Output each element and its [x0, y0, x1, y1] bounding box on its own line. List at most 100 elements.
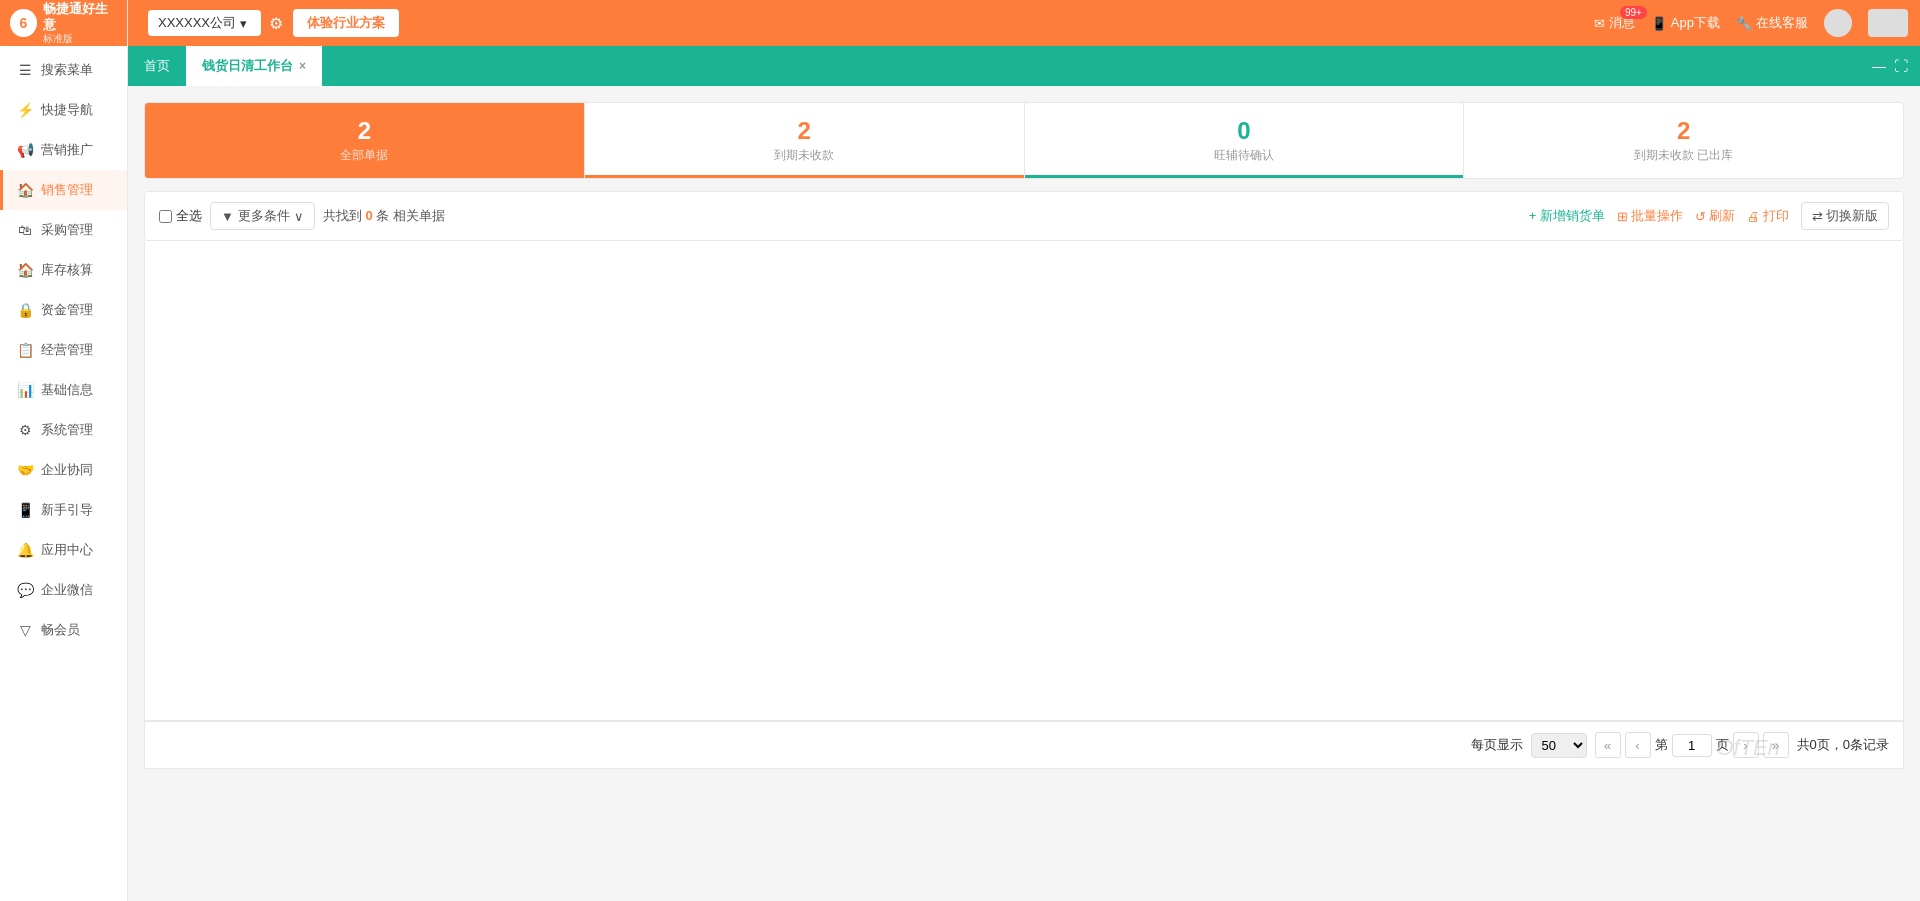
service-icon: 🔧 — [1736, 16, 1752, 31]
basic-info-icon: 📊 — [15, 380, 35, 400]
stat-card-overdue-unpaid[interactable]: 2 到期未收款 — [585, 103, 1025, 178]
page-input[interactable] — [1672, 734, 1712, 757]
inventory-label: 库存核算 — [41, 261, 93, 279]
sidebar-item-finance[interactable]: 🔒 资金管理 — [0, 290, 127, 330]
select-all-checkbox[interactable] — [159, 210, 172, 223]
wechat-label: 企业微信 — [41, 581, 93, 599]
select-all-label: 全选 — [176, 207, 202, 225]
switch-version-btn[interactable]: ⇄ 切换新版 — [1801, 202, 1889, 230]
user-info-btn[interactable] — [1868, 9, 1908, 37]
sidebar-item-app-center[interactable]: 🔔 应用中心 — [0, 530, 127, 570]
toolbar: 全选 ▼ 更多条件 ∨ 共找到 0 条 相关单据 + 新增销货单 ⊞ 批量操作 … — [144, 191, 1904, 241]
stat-num-overdue-not-shipped: 2 — [1484, 117, 1883, 145]
next-page-btn[interactable]: › — [1733, 732, 1759, 758]
work-order-tab-label: 钱货日清工作台 — [202, 57, 293, 75]
newbie-label: 新手引导 — [41, 501, 93, 519]
stat-num-all: 2 — [165, 117, 564, 145]
quick-nav-icon: ⚡ — [15, 100, 35, 120]
system-icon: ⚙ — [15, 420, 35, 440]
main-content: 2 全部单据 2 到期未收款 0 旺辅待确认 2 到期未收款 已出库 全选 ▼ — [128, 86, 1920, 901]
first-page-btn[interactable]: « — [1595, 732, 1621, 758]
stat-card-overdue-not-shipped[interactable]: 2 到期未收款 已出库 — [1464, 103, 1903, 178]
nav-tabs-bar: 首页 钱货日清工作台 × — ⛶ — [128, 46, 1920, 86]
online-service-btn[interactable]: 🔧 在线客服 — [1736, 14, 1808, 32]
sidebar-item-purchase[interactable]: 🛍 采购管理 — [0, 210, 127, 250]
switch-icon: ⇄ — [1812, 209, 1823, 224]
underline-pending — [1025, 175, 1464, 178]
refresh-icon: ↺ — [1695, 209, 1706, 224]
prev-page-btn[interactable]: ‹ — [1625, 732, 1651, 758]
messages-btn[interactable]: ✉ 消息 99+ — [1594, 14, 1635, 32]
page-nav: « ‹ 第 页 › » — [1595, 732, 1789, 758]
filter-icon: ▼ — [221, 209, 234, 224]
sidebar-logo: 6 畅捷通好生意 标准版 — [0, 0, 127, 46]
stat-label-pending: 旺辅待确认 — [1045, 147, 1444, 164]
avatar[interactable] — [1824, 9, 1852, 37]
sidebar-item-inventory[interactable]: 🏠 库存核算 — [0, 250, 127, 290]
enterprise-label: 企业协同 — [41, 461, 93, 479]
stat-card-pending-confirm[interactable]: 0 旺辅待确认 — [1025, 103, 1465, 178]
experience-btn[interactable]: 体验行业方案 — [293, 9, 399, 37]
refresh-btn[interactable]: ↺ 刷新 — [1695, 207, 1735, 225]
download-icon: 📱 — [1651, 16, 1667, 31]
enterprise-icon: 🤝 — [15, 460, 35, 480]
filter-label: 更多条件 — [238, 207, 290, 225]
finance-label: 资金管理 — [41, 301, 93, 319]
print-btn[interactable]: 🖨 打印 — [1747, 207, 1789, 225]
operation-label: 经营管理 — [41, 341, 93, 359]
minimize-icon[interactable]: — — [1872, 58, 1886, 74]
sidebar-item-search-menu[interactable]: ☰ 搜索菜单 — [0, 50, 127, 90]
sidebar-item-marketing[interactable]: 📢 营销推广 — [0, 130, 127, 170]
batch-icon: ⊞ — [1617, 209, 1628, 224]
tab-work-order[interactable]: 钱货日清工作台 × — [186, 46, 322, 86]
per-page-select[interactable]: 50 100 200 — [1531, 733, 1587, 758]
filter-btn[interactable]: ▼ 更多条件 ∨ — [210, 202, 315, 230]
stat-label-overdue-unpaid: 到期未收款 — [605, 147, 1004, 164]
print-icon: 🖨 — [1747, 209, 1760, 224]
sidebar-item-quick-nav[interactable]: ⚡ 快捷导航 — [0, 90, 127, 130]
sidebar-item-wechat[interactable]: 💬 企业微信 — [0, 570, 127, 610]
settings-icon[interactable]: ⚙ — [269, 14, 283, 33]
sidebar-item-newbie[interactable]: 📱 新手引导 — [0, 490, 127, 530]
stat-num-pending: 0 — [1045, 117, 1444, 145]
home-tab-label: 首页 — [144, 57, 170, 75]
sidebar-item-member[interactable]: ▽ 畅会员 — [0, 610, 127, 650]
sidebar-item-sales[interactable]: 🏠 销售管理 — [0, 170, 127, 210]
sidebar-item-operation[interactable]: 📋 经营管理 — [0, 330, 127, 370]
batch-operation-btn[interactable]: ⊞ 批量操作 — [1617, 207, 1683, 225]
purchase-icon: 🛍 — [15, 220, 35, 240]
underline-overdue — [585, 175, 1024, 178]
search-menu-label: 搜索菜单 — [41, 61, 93, 79]
app-download-btn[interactable]: 📱 App下载 — [1651, 14, 1720, 32]
search-menu-icon: ☰ — [15, 60, 35, 80]
sidebar-item-enterprise[interactable]: 🤝 企业协同 — [0, 450, 127, 490]
logo-subtitle: 标准版 — [43, 33, 117, 45]
tab-home[interactable]: 首页 — [128, 46, 186, 86]
toolbar-right: + 新增销货单 ⊞ 批量操作 ↺ 刷新 🖨 打印 ⇄ 切换新版 — [1529, 202, 1889, 230]
stat-num-overdue-unpaid: 2 — [605, 117, 1004, 145]
sidebar: 6 畅捷通好生意 标准版 ☰ 搜索菜单 ⚡ 快捷导航 📢 营销推广 🏠 销售管理… — [0, 0, 128, 901]
sidebar-item-basic-info[interactable]: 📊 基础信息 — [0, 370, 127, 410]
logo-title: 畅捷通好生意 — [43, 1, 117, 32]
maximize-icon[interactable]: ⛶ — [1894, 58, 1908, 74]
found-text: 共找到 0 条 相关单据 — [323, 207, 445, 225]
member-icon: ▽ — [15, 620, 35, 640]
add-sales-order-btn[interactable]: + 新增销货单 — [1529, 207, 1605, 225]
company-name: XXXXXX公司 — [158, 14, 236, 32]
stat-label-overdue-not-shipped: 到期未收款 已出库 — [1484, 147, 1883, 164]
operation-icon: 📋 — [15, 340, 35, 360]
last-page-btn[interactable]: » — [1763, 732, 1789, 758]
sales-icon: 🏠 — [15, 180, 35, 200]
basic-info-label: 基础信息 — [41, 381, 93, 399]
chevron-down-icon: ▾ — [240, 16, 247, 31]
pagination-bar: 每页显示 50 100 200 « ‹ 第 页 › » 共0页，0条记录 — [144, 721, 1904, 769]
stat-card-all[interactable]: 2 全部单据 — [145, 103, 585, 178]
company-selector[interactable]: XXXXXX公司 ▾ — [148, 10, 261, 36]
messages-badge: 99+ — [1620, 6, 1647, 19]
select-all-area[interactable]: 全选 — [159, 207, 202, 225]
sales-label: 销售管理 — [41, 181, 93, 199]
inventory-icon: 🏠 — [15, 260, 35, 280]
sidebar-menu: ☰ 搜索菜单 ⚡ 快捷导航 📢 营销推广 🏠 销售管理 🛍 采购管理 🏠 库存核… — [0, 46, 127, 901]
sidebar-item-system[interactable]: ⚙ 系统管理 — [0, 410, 127, 450]
close-tab-icon[interactable]: × — [299, 59, 306, 73]
